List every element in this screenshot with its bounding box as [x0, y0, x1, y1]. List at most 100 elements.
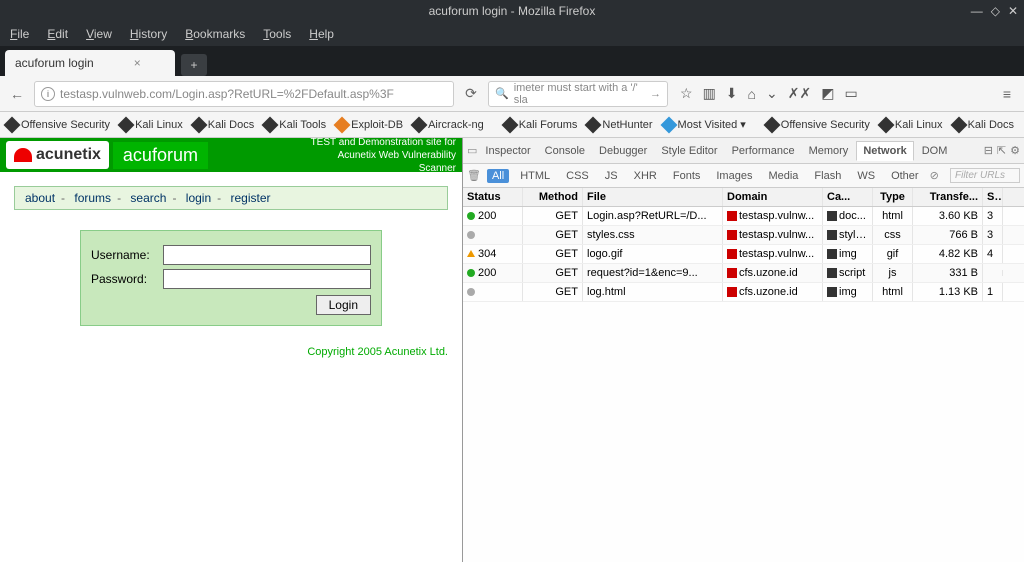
menu-view[interactable]: View: [86, 27, 112, 41]
menu-history[interactable]: History: [130, 27, 167, 41]
bookmark-kali-docs-2[interactable]: Kali Docs: [953, 119, 1014, 131]
addon-icon[interactable]: ◩: [821, 85, 834, 102]
nav-about[interactable]: about: [25, 191, 55, 205]
bookmark-nethunter[interactable]: NetHunter: [587, 119, 652, 131]
menu-help[interactable]: Help: [309, 27, 334, 41]
window-titlebar: acuforum login - Mozilla Firefox — ◇ ✕: [0, 0, 1024, 22]
bookmark-kali-forums[interactable]: Kali Forums: [504, 119, 578, 131]
bookmark-star-icon[interactable]: ☆: [680, 85, 693, 102]
filter-css[interactable]: CSS: [561, 169, 594, 183]
col-domain[interactable]: Domain: [723, 188, 823, 206]
nav-search[interactable]: search: [130, 191, 166, 205]
bookmark-kali-linux[interactable]: Kali Linux: [120, 119, 183, 131]
status-dot-icon: [467, 269, 475, 277]
filter-flash[interactable]: Flash: [809, 169, 846, 183]
dt-tab-dom[interactable]: DOM: [916, 142, 954, 160]
dt-tab-network[interactable]: Network: [856, 141, 913, 161]
cause-icon: [827, 287, 837, 297]
library-icon[interactable]: ▥: [703, 85, 716, 102]
devtools-dock-icon[interactable]: ⇱: [997, 144, 1006, 157]
nav-register[interactable]: register: [230, 191, 270, 205]
browser-tab[interactable]: acuforum login ×: [5, 50, 175, 76]
bookmark-offensive-security-2[interactable]: Offensive Security: [766, 119, 870, 131]
noscript-icon[interactable]: ✗✗: [788, 85, 811, 102]
insecure-icon: [727, 230, 737, 240]
menu-file[interactable]: File: [10, 27, 29, 41]
bookmark-offensive-security[interactable]: Offensive Security: [6, 119, 110, 131]
clear-icon[interactable]: 🗑: [467, 169, 481, 182]
filter-media[interactable]: Media: [763, 169, 803, 183]
address-bar[interactable]: i testasp.vulnweb.com/Login.asp?RetURL=%…: [34, 81, 454, 107]
filter-url-input[interactable]: Filter URLs: [950, 168, 1020, 183]
col-cause[interactable]: Ca...: [823, 188, 873, 206]
bookmark-kali-linux-2[interactable]: Kali Linux: [880, 119, 943, 131]
username-input[interactable]: [163, 245, 371, 265]
col-file[interactable]: File: [583, 188, 723, 206]
filter-all[interactable]: All: [487, 169, 509, 183]
pocket-icon[interactable]: ⌄: [766, 85, 778, 102]
home-icon[interactable]: ⌂: [748, 86, 756, 102]
back-button[interactable]: ←: [6, 83, 28, 105]
minimize-icon[interactable]: —: [971, 4, 983, 18]
devtools-tabs: ▭ Inspector Console Debugger Style Edito…: [463, 138, 1024, 164]
kali-icon: [585, 116, 602, 133]
dt-tab-inspector[interactable]: Inspector: [479, 142, 536, 160]
nav-login[interactable]: login: [186, 191, 211, 205]
hamburger-menu-icon[interactable]: ≡: [996, 83, 1018, 105]
col-transfer[interactable]: Transfe...: [913, 188, 983, 206]
acunetix-logo[interactable]: acunetix: [6, 141, 109, 169]
reload-button[interactable]: ⟳: [460, 83, 482, 105]
dt-tab-console[interactable]: Console: [539, 142, 591, 160]
filter-images[interactable]: Images: [711, 169, 757, 183]
col-status[interactable]: Status: [463, 188, 523, 206]
network-row[interactable]: GETlog.htmlcfs.uzone.idimghtml1.13 KB1: [463, 283, 1024, 302]
insecure-icon: [727, 268, 737, 278]
network-row[interactable]: GETstyles.csstestasp.vulnw...styles...cs…: [463, 226, 1024, 245]
col-method[interactable]: Method: [523, 188, 583, 206]
filter-js[interactable]: JS: [600, 169, 623, 183]
col-type[interactable]: Type: [873, 188, 913, 206]
filter-other[interactable]: Other: [886, 169, 924, 183]
tab-title: acuforum login: [15, 56, 94, 70]
login-button[interactable]: Login: [316, 295, 371, 315]
search-go-icon[interactable]: →: [650, 88, 661, 100]
bookmark-aircrack[interactable]: Aircrack-ng: [413, 119, 484, 131]
devtools-split-icon[interactable]: ⊟: [984, 144, 993, 157]
password-label: Password:: [91, 272, 163, 286]
filter-fonts[interactable]: Fonts: [668, 169, 706, 183]
devtools-iframe-icon[interactable]: ▭: [467, 144, 477, 157]
disable-cache-icon[interactable]: ⊘: [930, 169, 939, 182]
bookmark-most-visited[interactable]: Most Visited▾: [663, 118, 746, 131]
bookmark-exploit-db[interactable]: Exploit-DB: [336, 119, 403, 131]
dt-tab-style-editor[interactable]: Style Editor: [655, 142, 723, 160]
network-row[interactable]: 200GETLogin.asp?RetURL=/D...testasp.vuln…: [463, 207, 1024, 226]
insecure-icon: [727, 249, 737, 259]
menu-tools[interactable]: Tools: [263, 27, 291, 41]
sidebar-icon[interactable]: ▭: [844, 85, 857, 102]
menu-bookmarks[interactable]: Bookmarks: [185, 27, 245, 41]
filter-xhr[interactable]: XHR: [629, 169, 662, 183]
password-input[interactable]: [163, 269, 371, 289]
bookmark-kali-tools[interactable]: Kali Tools: [264, 119, 326, 131]
new-tab-button[interactable]: +: [181, 54, 207, 76]
dt-tab-performance[interactable]: Performance: [726, 142, 801, 160]
nav-forums[interactable]: forums: [74, 191, 111, 205]
filter-html[interactable]: HTML: [515, 169, 555, 183]
site-info-icon[interactable]: i: [41, 87, 55, 101]
tab-close-icon[interactable]: ×: [134, 56, 141, 70]
network-row[interactable]: 304GETlogo.giftestasp.vulnw...imggif4.82…: [463, 245, 1024, 264]
col-size[interactable]: S...: [983, 188, 1003, 206]
menu-edit[interactable]: Edit: [47, 27, 68, 41]
kali-icon: [763, 116, 780, 133]
dt-tab-memory[interactable]: Memory: [803, 142, 855, 160]
filter-ws[interactable]: WS: [852, 169, 880, 183]
downloads-icon[interactable]: ⬇: [726, 85, 738, 102]
devtools-settings-icon[interactable]: ⚙: [1010, 144, 1020, 157]
maximize-icon[interactable]: ◇: [991, 4, 1000, 18]
search-box[interactable]: 🔍 imeter must start with a '/' sla →: [488, 81, 668, 107]
network-row[interactable]: 200GETrequest?id=1&enc=9...cfs.uzone.ids…: [463, 264, 1024, 283]
close-icon[interactable]: ✕: [1008, 4, 1018, 18]
page-content: acunetix acuforum TEST and Demonstration…: [0, 138, 462, 562]
dt-tab-debugger[interactable]: Debugger: [593, 142, 653, 160]
bookmark-kali-docs[interactable]: Kali Docs: [193, 119, 254, 131]
